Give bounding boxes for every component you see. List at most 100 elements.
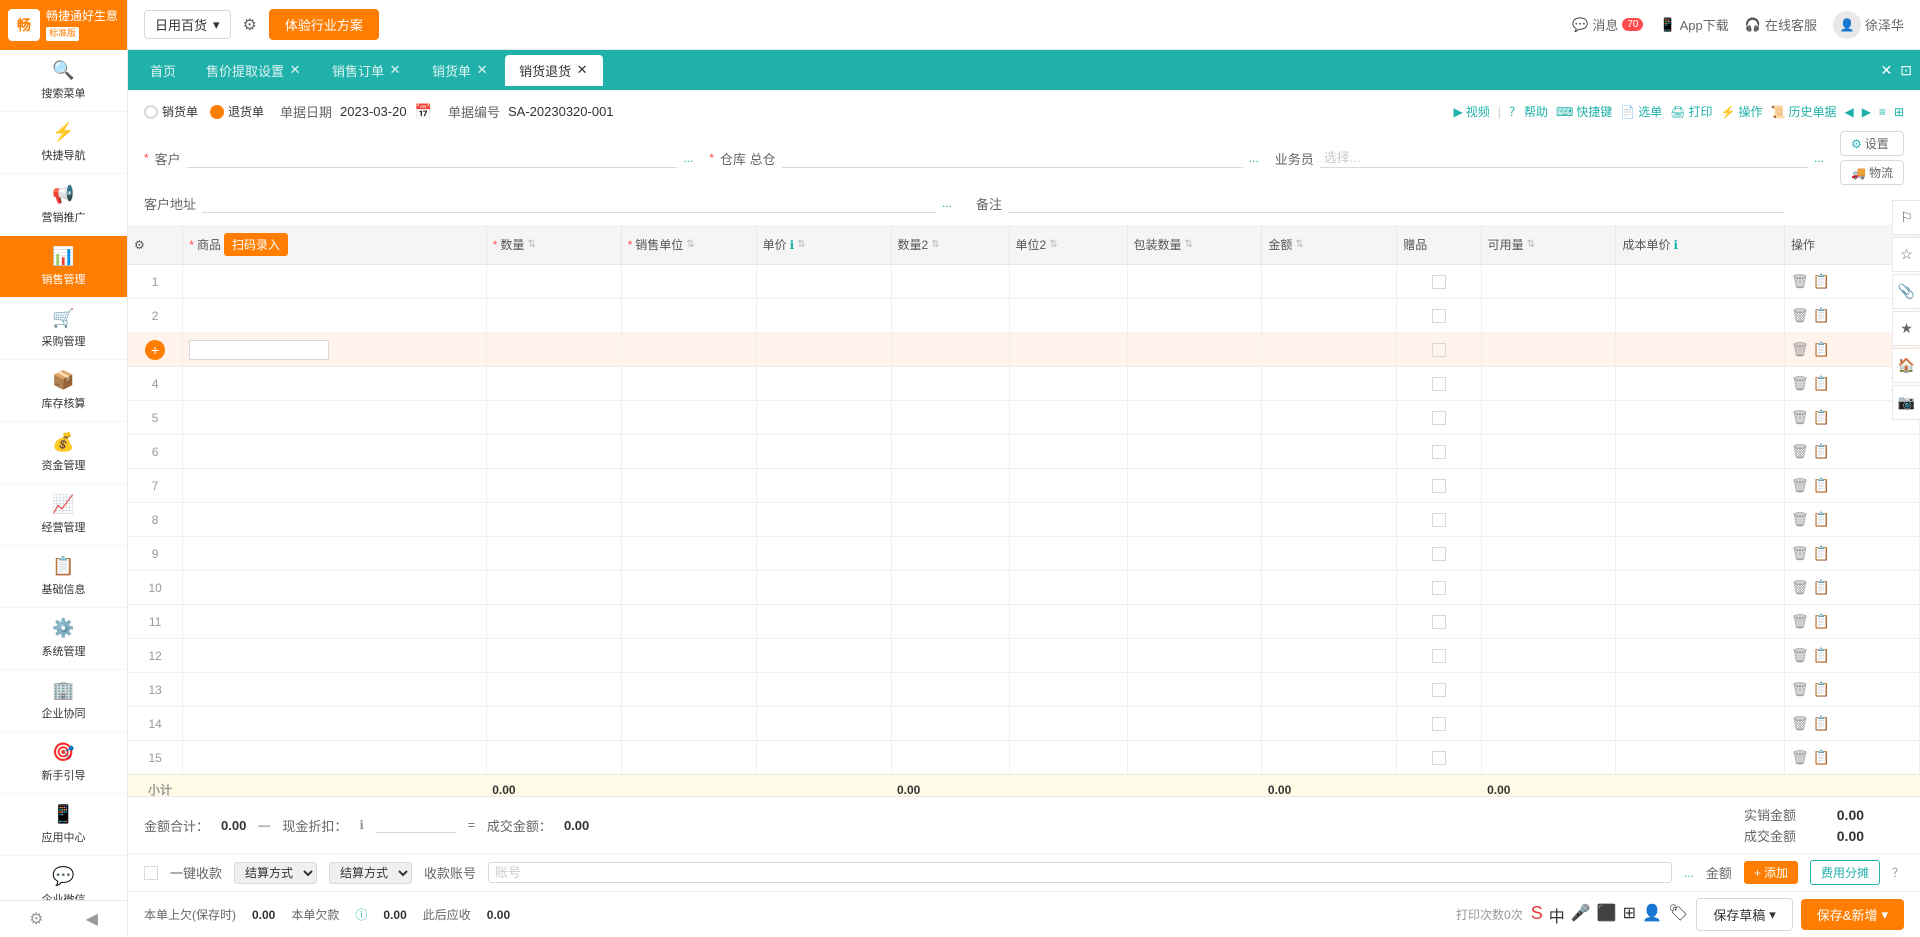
gift-checkbox-15[interactable] bbox=[1432, 751, 1446, 765]
gift-checkbox-9[interactable] bbox=[1432, 547, 1446, 561]
qty-cell-6[interactable] bbox=[486, 435, 621, 469]
delete-icon-14[interactable]: 🗑 bbox=[1791, 715, 1809, 732]
qty-cell-10[interactable] bbox=[486, 571, 621, 605]
tab-sales-delivery[interactable]: 销货单✕ bbox=[418, 55, 503, 86]
unit-cell-4[interactable] bbox=[621, 367, 756, 401]
person-icon[interactable]: 👤 bbox=[1642, 903, 1662, 927]
amount-cell-4[interactable] bbox=[1262, 367, 1397, 401]
gift-checkbox-13[interactable] bbox=[1432, 683, 1446, 697]
amount-cell-5[interactable] bbox=[1262, 401, 1397, 435]
qty2-cell-7[interactable] bbox=[891, 469, 1009, 503]
calc-method-select[interactable]: 结算方式 bbox=[329, 862, 412, 884]
tab-sales-return[interactable]: 销货退货✕ bbox=[505, 55, 603, 86]
tab-expand-btn[interactable]: ⊡ bbox=[1900, 62, 1912, 79]
unit2-cell-6[interactable] bbox=[1009, 435, 1127, 469]
qty-cell-7[interactable] bbox=[486, 469, 621, 503]
amount-cell-7[interactable] bbox=[1262, 469, 1397, 503]
gift-checkbox-2[interactable] bbox=[1432, 309, 1446, 323]
discount-icon[interactable]: 🏷 bbox=[1668, 903, 1688, 927]
qty2-cell-2[interactable] bbox=[891, 299, 1009, 333]
delete-icon-5[interactable]: 🗑 bbox=[1791, 409, 1809, 426]
amount-cell-12[interactable] bbox=[1262, 639, 1397, 673]
th-settings[interactable]: ⚙ bbox=[128, 225, 183, 265]
cost-cell-2[interactable] bbox=[1616, 299, 1785, 333]
delete-icon-13[interactable]: 🗑 bbox=[1791, 681, 1809, 698]
product-cell-12[interactable] bbox=[183, 639, 486, 673]
add-product-input[interactable] bbox=[189, 340, 329, 360]
save-new-btn[interactable]: 保存&新增 ▾ bbox=[1801, 899, 1904, 930]
gift-cell-14[interactable] bbox=[1397, 707, 1481, 741]
pack-cell-2[interactable] bbox=[1127, 299, 1262, 333]
delete-icon-4[interactable]: 🗑 bbox=[1791, 375, 1809, 392]
qty2-cell-4[interactable] bbox=[891, 367, 1009, 401]
product-cell-5[interactable] bbox=[183, 401, 486, 435]
sidebar-item-purchase[interactable]: 🛒采购管理 bbox=[0, 298, 127, 360]
pack-cell-11[interactable] bbox=[1127, 605, 1262, 639]
avail-cell-8[interactable] bbox=[1481, 503, 1616, 537]
amount-cell-11[interactable] bbox=[1262, 605, 1397, 639]
amount-cell-10[interactable] bbox=[1262, 571, 1397, 605]
cost-cell-8[interactable] bbox=[1616, 503, 1785, 537]
grid-icon[interactable]: ⊞ bbox=[1623, 903, 1636, 927]
unit2-cell-9[interactable] bbox=[1009, 537, 1127, 571]
account-input[interactable] bbox=[488, 862, 1672, 883]
amount-cell-6[interactable] bbox=[1262, 435, 1397, 469]
qty-cell-14[interactable] bbox=[486, 707, 621, 741]
next-doc-btn[interactable]: ▶ bbox=[1862, 105, 1871, 119]
amount-cell-1[interactable] bbox=[1262, 265, 1397, 299]
tab-close-sales-delivery[interactable]: ✕ bbox=[475, 63, 489, 77]
delete-icon-9[interactable]: 🗑 bbox=[1791, 545, 1809, 562]
customer-input[interactable] bbox=[187, 148, 678, 168]
shortcut-btn[interactable]: ⌨ 快捷键 bbox=[1556, 103, 1612, 120]
salesperson-select-btn[interactable]: ... bbox=[1814, 151, 1824, 165]
qty2-cell-8[interactable] bbox=[891, 503, 1009, 537]
sidebar-item-marketing[interactable]: 📢营销推广 bbox=[0, 174, 127, 236]
qty-cell-12[interactable] bbox=[486, 639, 621, 673]
settings-gear-icon[interactable]: ⚙ bbox=[243, 15, 257, 35]
sidebar-item-wechat[interactable]: 💬企业微信 bbox=[0, 856, 127, 900]
unit-cell-2[interactable] bbox=[621, 299, 756, 333]
pack-cell-6[interactable] bbox=[1127, 435, 1262, 469]
price-cell-7[interactable] bbox=[756, 469, 891, 503]
avail-cell-15[interactable] bbox=[1481, 741, 1616, 775]
copy-icon-14[interactable]: 📋 bbox=[1813, 715, 1830, 732]
unit-cell-14[interactable] bbox=[621, 707, 756, 741]
sidebar-item-sales[interactable]: 📊销售管理 bbox=[0, 236, 127, 298]
sidebar-item-search[interactable]: 🔍搜索菜单 bbox=[0, 50, 127, 112]
remark-input[interactable] bbox=[1008, 193, 1784, 213]
cost-cell-9[interactable] bbox=[1616, 537, 1785, 571]
product-cell-8[interactable] bbox=[183, 503, 486, 537]
avail-cell-1[interactable] bbox=[1481, 265, 1616, 299]
avail-cell-14[interactable] bbox=[1481, 707, 1616, 741]
pack-cell-1[interactable] bbox=[1127, 265, 1262, 299]
gift-cell-15[interactable] bbox=[1397, 741, 1481, 775]
sidebar-item-operation[interactable]: 📈经营管理 bbox=[0, 484, 127, 546]
tab-home[interactable]: 首页 bbox=[136, 55, 190, 86]
sidebar-item-inventory[interactable]: 📦库存核算 bbox=[0, 360, 127, 422]
avail-cell-13[interactable] bbox=[1481, 673, 1616, 707]
date-value[interactable]: 2023-03-20 bbox=[340, 104, 407, 119]
amount-cell-8[interactable] bbox=[1262, 503, 1397, 537]
copy-icon-10[interactable]: 📋 bbox=[1813, 579, 1830, 596]
qty-cell-2[interactable] bbox=[486, 299, 621, 333]
copy-icon-4[interactable]: 📋 bbox=[1813, 375, 1830, 392]
operation-btn[interactable]: ⚡ 操作 bbox=[1721, 103, 1763, 120]
s-icon[interactable]: S bbox=[1531, 903, 1543, 927]
prev-doc-btn[interactable]: ◀ bbox=[1844, 105, 1853, 119]
sidebar-item-shortcut[interactable]: ⚡快捷导航 bbox=[0, 112, 127, 174]
gift-cell-8[interactable] bbox=[1397, 503, 1481, 537]
amount-cell-14[interactable] bbox=[1262, 707, 1397, 741]
copy-icon-7[interactable]: 📋 bbox=[1813, 477, 1830, 494]
qty-cell-4[interactable] bbox=[486, 367, 621, 401]
salesperson-input[interactable] bbox=[1320, 148, 1808, 168]
unit2-cell-15[interactable] bbox=[1009, 741, 1127, 775]
right-float-flag6[interactable]: 📷 bbox=[1892, 385, 1920, 420]
delete-icon-7[interactable]: 🗑 bbox=[1791, 477, 1809, 494]
price-cell-1[interactable] bbox=[756, 265, 891, 299]
scan-btn[interactable]: 扫码录入 bbox=[224, 233, 288, 256]
price-cell-10[interactable] bbox=[756, 571, 891, 605]
sidebar-item-appstore[interactable]: 📱应用中心 bbox=[0, 794, 127, 856]
unit2-cell-7[interactable] bbox=[1009, 469, 1127, 503]
price-cell-4[interactable] bbox=[756, 367, 891, 401]
price-cell-14[interactable] bbox=[756, 707, 891, 741]
